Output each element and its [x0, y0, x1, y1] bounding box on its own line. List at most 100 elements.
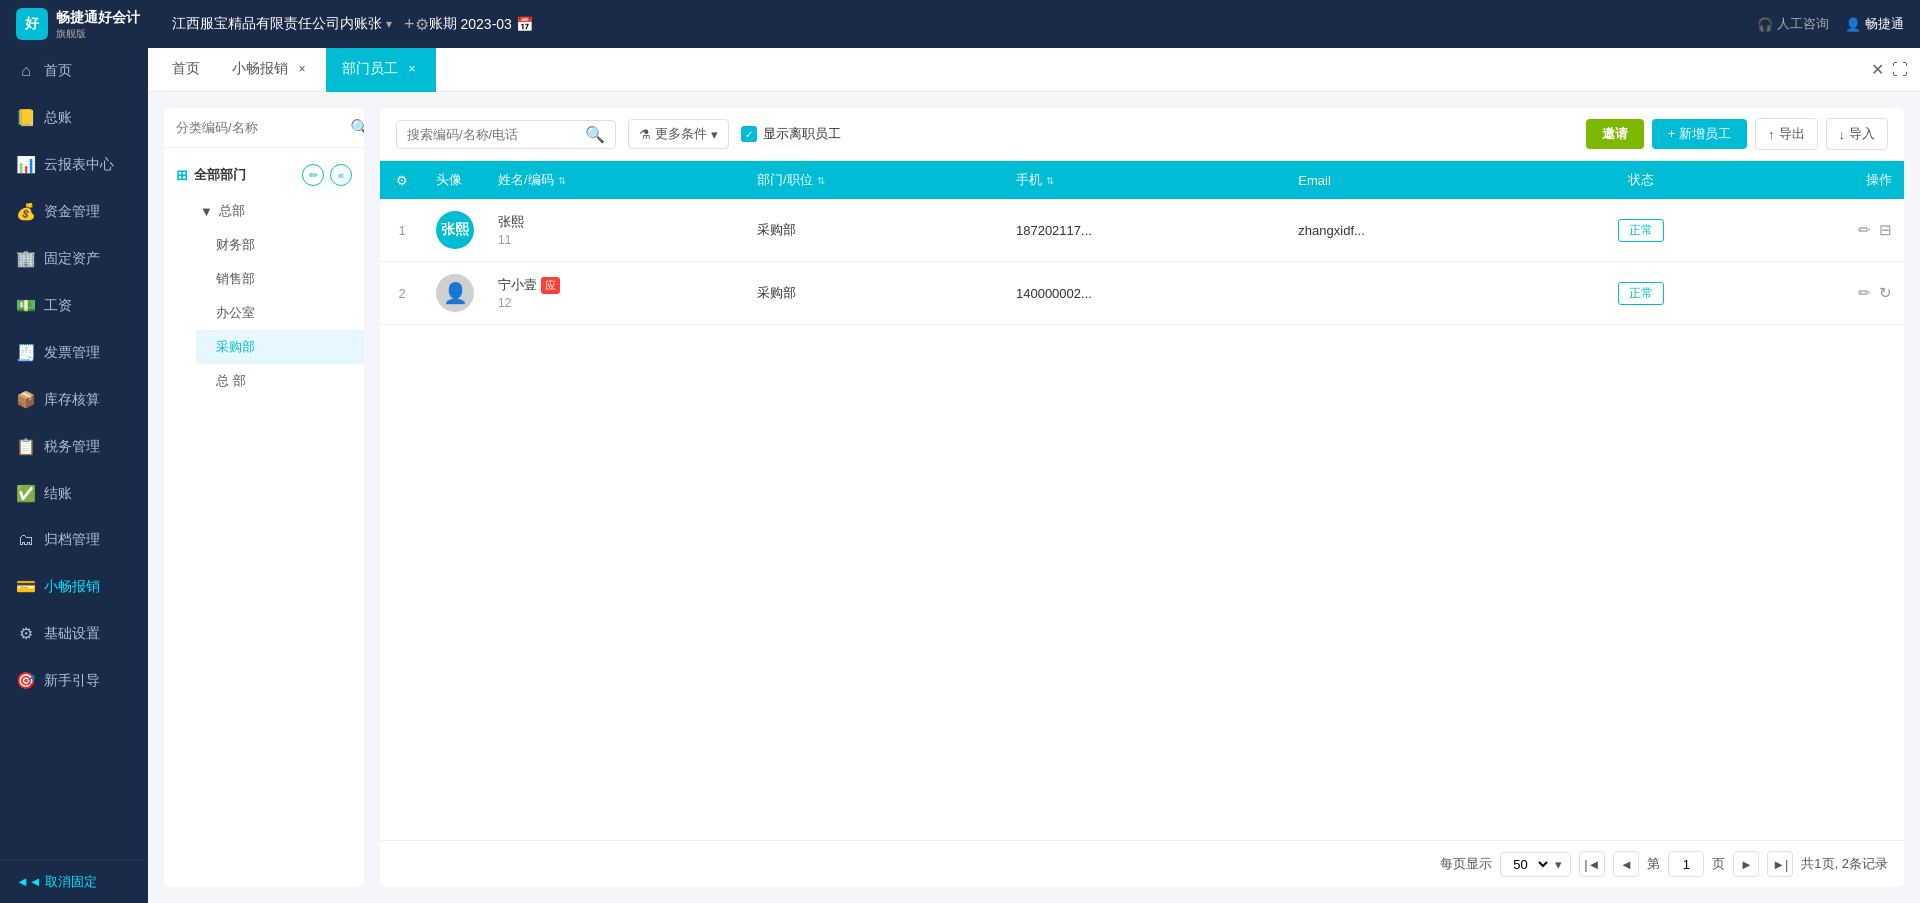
tab-xiaochang-expense-close[interactable]: × [294, 61, 310, 77]
next-page-button[interactable]: ► [1733, 851, 1759, 877]
row1-logout-button[interactable]: ⊟ [1879, 221, 1892, 239]
grid-icon: ⊞ [176, 167, 188, 183]
company-name: 江西服宝精品有限责任公司内账张 [172, 15, 382, 33]
add-button[interactable]: + [404, 14, 415, 35]
sidebar-item-capital[interactable]: 💰 资金管理 [0, 188, 148, 235]
col-phone-label: 手机 [1016, 171, 1042, 189]
tab-expand-icon[interactable]: ⛶ [1892, 61, 1908, 79]
sidebar-label-checkout: 结账 [44, 485, 72, 503]
row1-actions-cell: ✏ ⊟ [1740, 199, 1904, 262]
sidebar-item-invoice[interactable]: 🧾 发票管理 [0, 329, 148, 376]
sidebar-label-ledger: 总账 [44, 109, 72, 127]
all-depts-header[interactable]: ⊞ 全部部门 ✏ « [164, 156, 364, 194]
row1-status: 正常 [1618, 219, 1664, 242]
show-inactive-toggle[interactable]: ✓ 显示离职员工 [741, 125, 841, 143]
dept-general[interactable]: 总 部 [196, 364, 364, 398]
checkout-icon: ✅ [16, 484, 36, 503]
invite-button[interactable]: 邀请 [1586, 119, 1644, 149]
first-page-button[interactable]: |◄ [1579, 851, 1605, 877]
per-page-select[interactable]: 50 10 20 100 [1509, 856, 1551, 873]
dept-purchase[interactable]: 采购部 [196, 330, 364, 364]
row2-avatar-cell: 👤 [424, 262, 486, 325]
row2-phone: 140000002... [1004, 262, 1286, 325]
tabs-bar: 首页 小畅报销 × 部门员工 × ✕ ⛶ [148, 48, 1920, 92]
employee-search-icon[interactable]: 🔍 [585, 125, 605, 144]
dept-search-icon[interactable]: 🔍 [350, 118, 364, 137]
import-button[interactable]: ↓ 导入 [1826, 118, 1889, 150]
row2-actions-cell: ✏ ↻ [1740, 262, 1904, 325]
sidebar-item-xiaochang[interactable]: 💳 小畅报销 [0, 563, 148, 610]
sidebar-item-inventory[interactable]: 📦 库存核算 [0, 376, 148, 423]
prev-page-button[interactable]: ◄ [1613, 851, 1639, 877]
col-phone-sort-icon[interactable]: ⇅ [1046, 175, 1054, 186]
dept-purchase-label: 采购部 [216, 338, 255, 356]
table-row: 2 👤 宁小壹 [380, 262, 1904, 325]
collapse-dept-button[interactable]: « [330, 164, 352, 186]
home-icon: ⌂ [16, 62, 36, 80]
tab-xiaochang-expense[interactable]: 小畅报销 × [216, 48, 326, 92]
dept-finance[interactable]: 财务部 [196, 228, 364, 262]
basic-settings-icon: ⚙ [16, 624, 36, 643]
row1-edit-button[interactable]: ✏ [1858, 221, 1871, 239]
col-email-label: Email [1298, 173, 1331, 188]
dept-office[interactable]: 办公室 [196, 296, 364, 330]
settings-icon[interactable]: ⚙ [415, 15, 429, 34]
sidebar-label-tax: 税务管理 [44, 438, 100, 456]
sidebar-item-new-guide[interactable]: 🎯 新手引导 [0, 657, 148, 704]
tab-close-all-icon[interactable]: ✕ [1871, 60, 1884, 79]
row2-num: 2 [380, 262, 424, 325]
show-inactive-label: 显示离职员工 [763, 125, 841, 143]
employee-table-wrap: ⚙ 头像 姓名/编码 ⇅ [380, 161, 1904, 840]
employee-search-input[interactable] [407, 127, 579, 142]
company-dropdown-icon[interactable]: ▾ [386, 17, 392, 31]
user-avatar-icon: 👤 [1845, 17, 1861, 32]
sidebar-item-reports[interactable]: 📊 云报表中心 [0, 141, 148, 188]
page-body: 🔍 ⊞ 全部部门 ✏ « [148, 92, 1920, 903]
total-info: 共1页, 2条记录 [1801, 855, 1888, 873]
page-number-input[interactable] [1668, 851, 1704, 877]
sidebar-item-fixed-assets[interactable]: 🏢 固定资产 [0, 235, 148, 282]
col-name-sort-icon[interactable]: ⇅ [558, 175, 566, 186]
dept-sales[interactable]: 销售部 [196, 262, 364, 296]
logo-area: 好 畅捷通好会计 旗舰版 [16, 8, 164, 41]
tab-home[interactable]: 首页 [156, 48, 216, 92]
export-button[interactable]: ↑ 导出 [1755, 118, 1818, 150]
sidebar-item-archive[interactable]: 🗂 归档管理 [0, 517, 148, 563]
invoice-icon: 🧾 [16, 343, 36, 362]
sidebar-item-basic-settings[interactable]: ⚙ 基础设置 [0, 610, 148, 657]
table-row: 1 张熙 张熙 11 [380, 199, 1904, 262]
salary-icon: 💵 [16, 296, 36, 315]
dept-root[interactable]: ▼ 总部 [180, 194, 364, 228]
calendar-icon[interactable]: 📅 [516, 16, 533, 32]
row2-status-cell: 正常 [1542, 262, 1740, 325]
row2-badge: 应 [541, 277, 560, 294]
unpin-button[interactable]: ◄◄ 取消固定 [0, 860, 148, 903]
row1-name-code-cell: 张熙 11 [486, 199, 745, 262]
xiaochang-icon: 💳 [16, 577, 36, 596]
col-settings-icon[interactable]: ⚙ [396, 173, 408, 188]
filter-button[interactable]: ⚗ 更多条件 ▾ [628, 119, 729, 149]
sidebar-item-tax[interactable]: 📋 税务管理 [0, 423, 148, 470]
row2-avatar: 👤 [436, 274, 474, 312]
dept-search-input[interactable] [176, 120, 344, 135]
dept-root-label: 总部 [219, 202, 245, 220]
row2-email [1286, 262, 1542, 325]
sidebar-item-ledger[interactable]: 📒 总账 [0, 94, 148, 141]
ai-consult-button[interactable]: 🎧 人工咨询 [1757, 15, 1829, 33]
sidebar-label-home: 首页 [44, 62, 72, 80]
edit-dept-button[interactable]: ✏ [302, 164, 324, 186]
per-page-label: 每页显示 [1440, 855, 1492, 873]
tab-dept-employee[interactable]: 部门员工 × [326, 48, 436, 92]
row2-code: 12 [498, 296, 733, 310]
sidebar-label-inventory: 库存核算 [44, 391, 100, 409]
sidebar-item-home[interactable]: ⌂ 首页 [0, 48, 148, 94]
row1-avatar-cell: 张熙 [424, 199, 486, 262]
add-employee-button[interactable]: + 新增员工 [1652, 119, 1747, 149]
row2-refresh-button[interactable]: ↻ [1879, 284, 1892, 302]
sidebar-item-salary[interactable]: 💵 工资 [0, 282, 148, 329]
row2-edit-button[interactable]: ✏ [1858, 284, 1871, 302]
last-page-button[interactable]: ►| [1767, 851, 1793, 877]
sidebar-item-checkout[interactable]: ✅ 结账 [0, 470, 148, 517]
tab-dept-employee-close[interactable]: × [404, 61, 420, 77]
col-dept-sort-icon[interactable]: ⇅ [817, 175, 825, 186]
